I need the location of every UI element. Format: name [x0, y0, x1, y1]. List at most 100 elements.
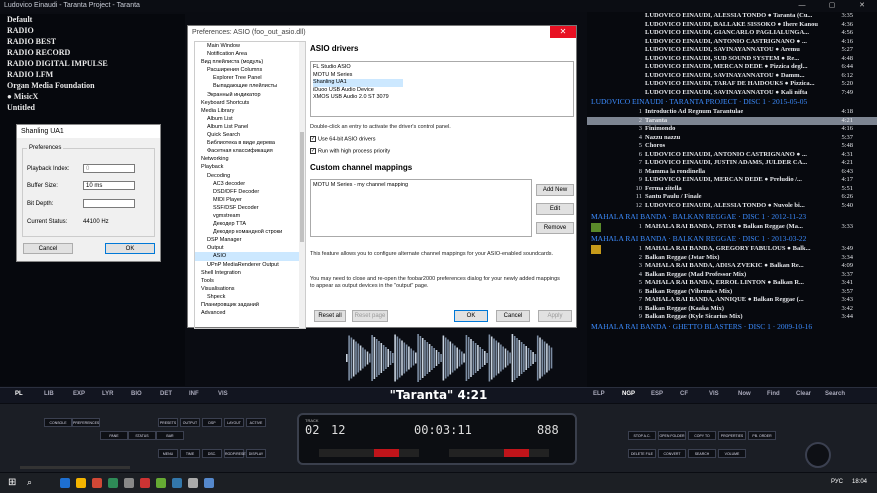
playlist-row[interactable]: LUDOVICO EINAUDI, TARAF DE HAIDOUKS ● Pi… — [587, 80, 877, 89]
tree-item[interactable]: MIDI Player — [195, 196, 305, 204]
playlist-row[interactable]: 4 Balkan Reggae (Mad Professor Mix) 3:37 — [587, 271, 877, 280]
playlist-row[interactable]: 5 MAHALA RAI BANDA, ERROL LINTON ● Balkan… — [587, 279, 877, 288]
mappings-list[interactable]: MOTU M Series - my channel mapping — [310, 179, 532, 237]
preferences-tree[interactable]: Main Window Notification Area Вид плейлист… — [194, 41, 306, 329]
language-indicator[interactable]: РУС — [831, 479, 843, 485]
console-button[interactable]: ACTIVE — [246, 418, 266, 427]
bit-depth-select[interactable] — [83, 199, 135, 208]
tree-item[interactable]: Планировщик заданий — [195, 301, 305, 309]
tree-item[interactable]: Quick Search — [195, 131, 305, 139]
tree-scrollbar[interactable] — [299, 42, 305, 328]
cancel-button[interactable]: Cancel — [23, 243, 73, 254]
console-button[interactable]: PRESETS — [158, 418, 178, 427]
tree-item[interactable]: ASIO — [195, 252, 305, 261]
group-header[interactable]: LUDOVICO EINAUDI · TARANTA PROJECT · DIS… — [587, 97, 877, 107]
console-button[interactable]: CONVERT — [658, 449, 686, 458]
playlist-row[interactable]: 3 MAHALA RAI BANDA, ADISA ZVEKIC ● Balkan… — [587, 262, 877, 271]
playlist-row[interactable]: 11 Santu Paulu / Finale 6:26 — [587, 193, 877, 202]
tree-item[interactable]: Keyboard Shortcuts — [195, 99, 305, 107]
maximize-button[interactable]: ▢ — [817, 0, 847, 12]
playback-index-field[interactable]: 0 — [83, 164, 135, 173]
playlist-row[interactable]: 1 MAHALA RAI BANDA, JSTAR ● Balkan Reggae… — [587, 223, 877, 232]
search-icon[interactable]: ⌕ — [27, 477, 32, 488]
radio-item[interactable]: Default — [0, 14, 185, 25]
minimize-button[interactable]: — — [787, 0, 817, 12]
playlist-row[interactable]: LUDOVICO EINAUDI, SAVINAYANNATOU ● Damm.… — [587, 72, 877, 81]
tree-item[interactable]: DSD/DFF Decoder — [195, 188, 305, 196]
tree-item[interactable]: Вид плейлиста (модуль) — [195, 58, 305, 66]
app-icon[interactable] — [92, 478, 102, 488]
tree-item[interactable]: SSF/DSF Decoder — [195, 204, 305, 212]
playlist-row[interactable]: LUDOVICO EINAUDI, ALESSIA TONDO ● Tarant… — [587, 12, 877, 21]
driver-item[interactable]: iDuoo USB Audio Device — [313, 87, 571, 95]
app-icon[interactable] — [172, 478, 182, 488]
playlist-row[interactable]: 7 MAHALA RAI BANDA, ANNIQUE ● Balkan Regg… — [587, 296, 877, 305]
radio-item[interactable]: RADIO RECORD — [0, 47, 185, 58]
playlist-row[interactable]: 10 Ferma zitella 5:51 — [587, 185, 877, 194]
playlist-row[interactable]: LUDOVICO EINAUDI, SAVINAYANNATOU ● Kali … — [587, 89, 877, 98]
radio-item[interactable]: RADIO — [0, 25, 185, 36]
playlist-row[interactable]: LUDOVICO EINAUDI, BALLAKE SISSOKO ● Iher… — [587, 21, 877, 30]
radio-item[interactable]: ● MisicX — [0, 91, 185, 102]
group-header[interactable]: MAHALA RAI BANDA · GHETTO BLASTERS · DIS… — [587, 322, 877, 332]
app-icon[interactable] — [204, 478, 214, 488]
playlist-row[interactable]: 2 Taranta 4:21 — [587, 116, 877, 125]
playlist-row[interactable]: 3 Finimondo 4:16 — [587, 125, 877, 134]
console-button[interactable]: DISPLAY — [246, 449, 266, 458]
playlist-row[interactable]: LUDOVICO EINAUDI, GIANCARLO PAGLIALUNGA.… — [587, 29, 877, 38]
radio-item[interactable]: RADIO I.FM — [0, 69, 185, 80]
edit-button[interactable]: Edit — [536, 203, 574, 215]
console-button[interactable]: DSC. — [202, 449, 222, 458]
playlist-row[interactable]: 6 Balkan Reggae (Vibronics Mix) 3:57 — [587, 288, 877, 297]
app-icon[interactable] — [140, 478, 150, 488]
console-button[interactable]: PANE — [100, 431, 128, 440]
tree-item[interactable]: vgmstream — [195, 212, 305, 220]
playlist-row[interactable]: 5 Choros 5:48 — [587, 142, 877, 151]
close-button[interactable]: ✕ — [847, 0, 877, 12]
tree-item[interactable]: Playback — [195, 163, 305, 171]
radio-item[interactable]: Untitled — [0, 102, 185, 113]
console-button[interactable]: OPEN FOLDER — [658, 431, 686, 440]
windows-icon[interactable]: ⊞ — [8, 477, 16, 488]
console-button[interactable]: COPY TO — [688, 431, 716, 440]
console-button[interactable]: BAR — [156, 431, 184, 440]
playlist-row[interactable]: 1 Introductio Ad Regnum Tarantulae 4:18 — [587, 108, 877, 117]
driver-item[interactable]: FL Studio ASIO — [313, 64, 571, 72]
reset-all-button[interactable]: Reset all — [314, 310, 346, 322]
tree-item[interactable]: Декодер командной строки — [195, 228, 305, 236]
reset-page-button[interactable]: Reset page — [352, 310, 388, 322]
mapping-item[interactable]: MOTU M Series - my channel mapping — [313, 182, 529, 190]
console-button[interactable]: PB. ORDER — [748, 431, 776, 440]
group-header[interactable]: MAHALA RAI BANDA · BALKAN REGGAE · DISC … — [587, 234, 877, 244]
tree-item[interactable]: Расширения Columns — [195, 66, 305, 74]
tree-item[interactable]: Фасетная классификация — [195, 147, 305, 155]
tree-item[interactable]: Album List — [195, 115, 305, 123]
console-button[interactable]: VOLUME — [718, 449, 746, 458]
pref-cancel-button[interactable]: Cancel — [496, 310, 530, 322]
tree-item[interactable]: Networking — [195, 155, 305, 163]
volume-knob[interactable] — [805, 442, 831, 468]
console-button[interactable]: STATUS — [128, 431, 156, 440]
tree-item[interactable]: Output — [195, 244, 305, 252]
console-button[interactable]: OUTPUT — [180, 418, 200, 427]
playlist-row[interactable]: 8 Balkan Reggae (Kaaka Mix) 3:42 — [587, 305, 877, 314]
radio-item[interactable]: RADIO DIGITAL IMPULSE — [0, 58, 185, 69]
group-header[interactable]: MAHALA RAI BANDA · BALKAN REGGAE · DISC … — [587, 212, 877, 222]
playlist-row[interactable]: 4 Nazzu nazzu 5:37 — [587, 134, 877, 143]
playlist-row[interactable]: 9 LUDOVICO EINAUDI, MERCAN DEDE ● Preludi… — [587, 176, 877, 185]
console-button[interactable]: CONSOLE — [44, 418, 72, 427]
app-icon[interactable] — [76, 478, 86, 488]
tree-item[interactable]: Visualisations — [195, 285, 305, 293]
close-icon[interactable]: ✕ — [550, 26, 576, 38]
app-icon[interactable] — [188, 478, 198, 488]
console-button[interactable]: LAYOUT — [224, 418, 244, 427]
use64-checkbox[interactable]: ✓ Use 64-bit ASIO drivers — [310, 136, 375, 142]
tree-item[interactable]: Explorer Tree Panel — [195, 74, 305, 82]
app-icon[interactable] — [60, 478, 70, 488]
playlist-row[interactable]: LUDOVICO EINAUDI, SUD SOUND SYSTEM ● Re.… — [587, 55, 877, 64]
tree-item[interactable]: Decoding — [195, 172, 305, 180]
app-icon[interactable] — [108, 478, 118, 488]
playlist-row[interactable]: 2 Balkan Reggae (Jstar Mix) 3:34 — [587, 254, 877, 263]
tree-item[interactable]: Tools — [195, 277, 305, 285]
playlist-row[interactable]: LUDOVICO EINAUDI, MERCAN DEDE ● Pizzica … — [587, 63, 877, 72]
